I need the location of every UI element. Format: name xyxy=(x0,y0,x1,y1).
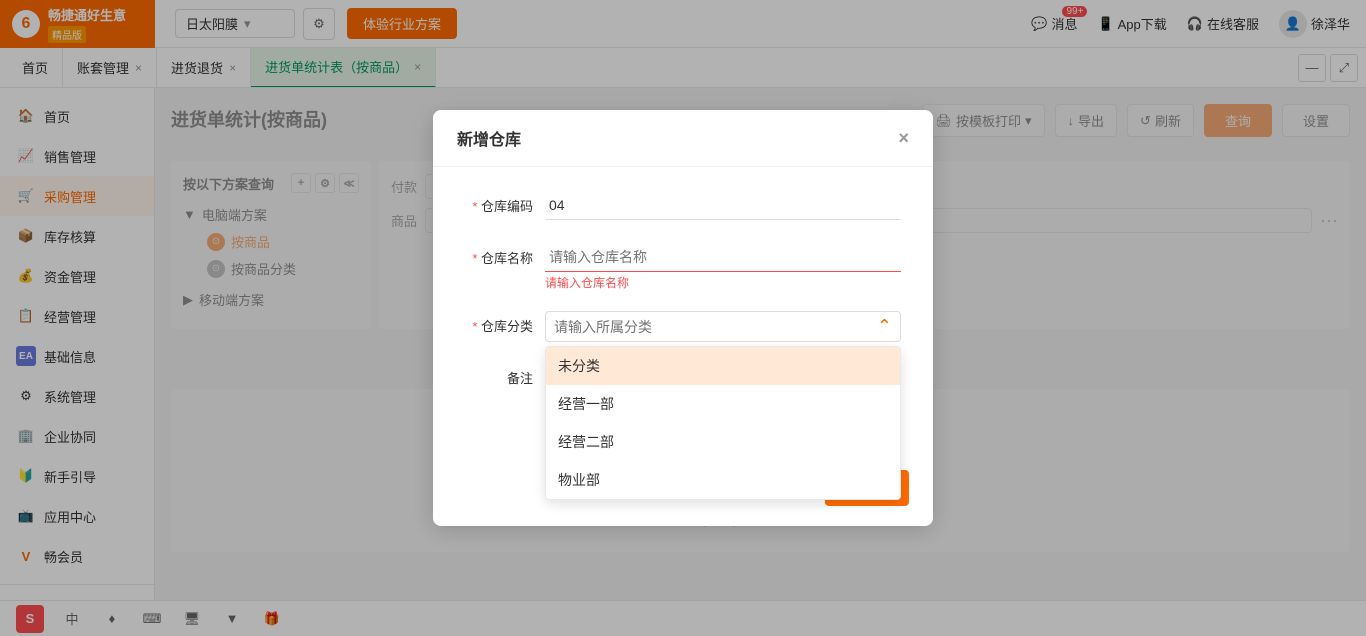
form-row-name: 仓库名称 请输入仓库名称 xyxy=(465,243,901,291)
warehouse-name-control: 请输入仓库名称 xyxy=(545,243,901,291)
modal-close-btn[interactable]: × xyxy=(898,128,909,149)
warehouse-code-control xyxy=(545,191,901,220)
warehouse-category-label: 仓库分类 xyxy=(465,311,545,343)
warehouse-code-input[interactable] xyxy=(545,191,901,220)
category-select-wrapper[interactable]: ⌃ xyxy=(545,311,901,342)
modal-body: 仓库编码 仓库名称 请输入仓库名称 仓库分类 ⌃ xyxy=(433,167,933,462)
category-dropdown: 未分类 经营一部 经营二部 物业部 xyxy=(545,346,901,500)
warehouse-category-input[interactable] xyxy=(554,319,877,335)
dropdown-item-dept3[interactable]: 物业部 xyxy=(546,461,900,499)
modal-header: 新增仓库 × xyxy=(433,110,933,167)
dropdown-item-dept1[interactable]: 经营一部 xyxy=(546,385,900,423)
dropdown-item-dept2[interactable]: 经营二部 xyxy=(546,423,900,461)
notes-label: 备注 xyxy=(465,363,545,395)
dropdown-item-unclassified[interactable]: 未分类 xyxy=(546,347,900,385)
warehouse-code-label: 仓库编码 xyxy=(465,191,545,223)
warehouse-name-input[interactable] xyxy=(545,243,901,272)
warehouse-name-error: 请输入仓库名称 xyxy=(545,274,901,291)
form-row-code: 仓库编码 xyxy=(465,191,901,223)
modal-overlay: 新增仓库 × 仓库编码 仓库名称 请输入仓库名称 仓库分类 xyxy=(0,0,1366,636)
warehouse-category-control: ⌃ 未分类 经营一部 经营二部 物业部 xyxy=(545,311,901,342)
modal-title: 新增仓库 xyxy=(457,126,521,150)
warehouse-name-label: 仓库名称 xyxy=(465,243,545,275)
category-arrow-icon[interactable]: ⌃ xyxy=(877,316,892,337)
form-row-category: 仓库分类 ⌃ 未分类 经营一部 经营二部 物业部 xyxy=(465,311,901,343)
add-warehouse-modal: 新增仓库 × 仓库编码 仓库名称 请输入仓库名称 仓库分类 xyxy=(433,110,933,526)
